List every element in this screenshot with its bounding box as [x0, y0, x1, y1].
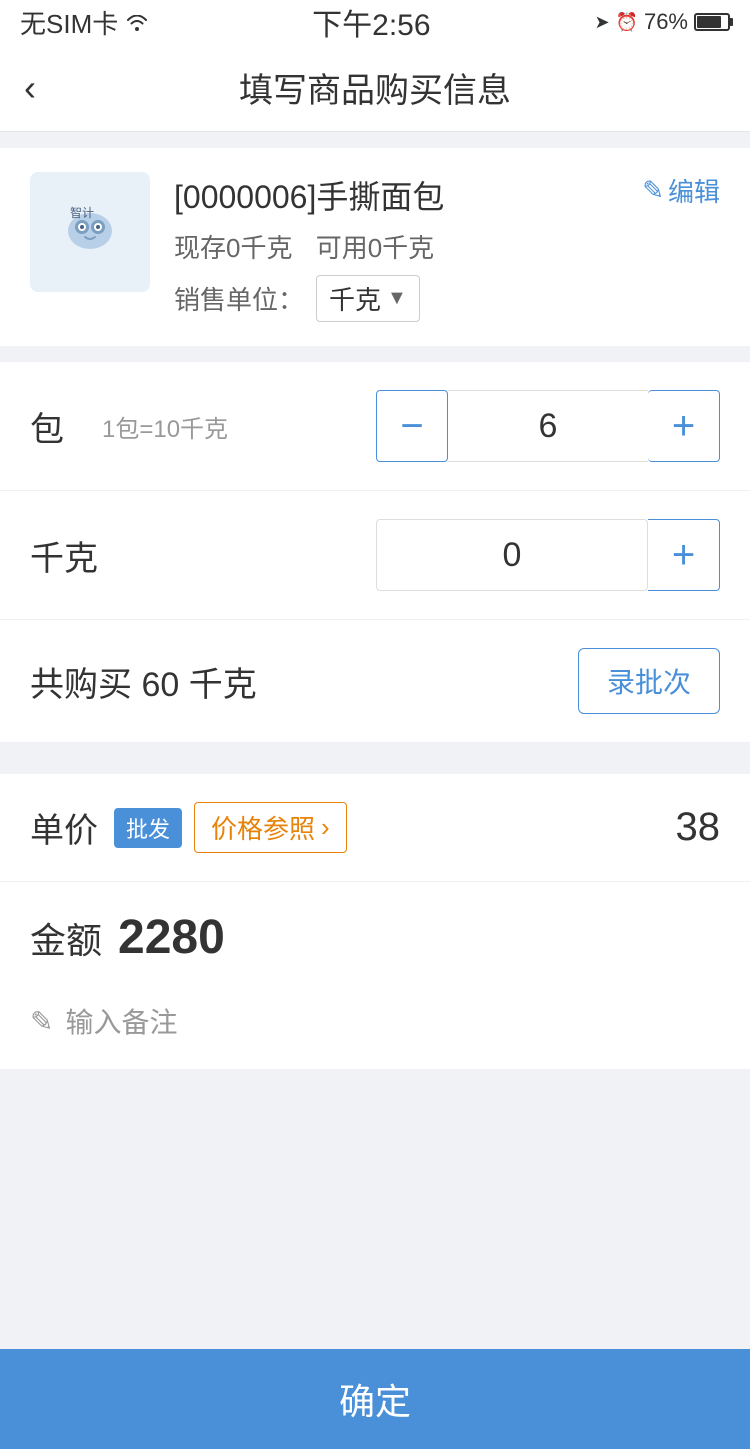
product-image: 智计 [30, 172, 150, 292]
amount-value: 2280 [118, 910, 225, 965]
wifi-icon [126, 7, 148, 38]
kg-input[interactable] [376, 519, 648, 591]
product-name: [0000006]手撕面包 [174, 172, 720, 218]
product-card: 智计 [0000006]手撕面包 现存0千克 可用0千克 销售单位： 千克 ▼ … [0, 148, 750, 346]
note-row[interactable]: ✎ 输入备注 [30, 985, 720, 1069]
product-info: [0000006]手撕面包 现存0千克 可用0千克 销售单位： 千克 ▼ [174, 172, 720, 322]
alarm-icon: ⏰ [616, 12, 638, 33]
price-row: 单价 批发 价格参照 › 38 [0, 774, 750, 882]
battery-percent: 76% [644, 9, 688, 35]
amount-label: 金额 [30, 912, 102, 964]
price-section: 单价 批发 价格参照 › 38 [0, 774, 750, 882]
product-logo-icon: 智计 [60, 201, 120, 263]
bao-quantity-section: 包 1包=10千克 − + 千克 + [0, 362, 750, 620]
page-title: 填写商品购买信息 [239, 63, 511, 112]
bao-decrease-button[interactable]: − [376, 390, 448, 462]
bao-row: 包 1包=10千克 − + [0, 362, 750, 491]
bao-controls: − + [376, 390, 720, 462]
separator-2 [0, 742, 750, 758]
unit-label: 销售单位： [174, 280, 304, 317]
note-placeholder: 输入备注 [65, 1001, 177, 1041]
confirm-button[interactable]: 确定 [0, 1349, 750, 1449]
back-button[interactable]: ‹ [24, 67, 36, 109]
empty-area [0, 1069, 750, 1349]
bao-label: 包 [30, 402, 90, 451]
location-icon: ➤ [594, 12, 609, 33]
batch-button[interactable]: 录批次 [578, 648, 720, 714]
chevron-down-icon: ▼ [387, 287, 407, 310]
total-label: 共购买 60 千克 [30, 657, 257, 706]
carrier-text: 无SIM卡 [20, 4, 118, 41]
price-ref-arrow: › [321, 812, 330, 843]
nav-bar: ‹ 填写商品购买信息 [0, 44, 750, 132]
edit-label: 编辑 [668, 172, 720, 209]
product-unit-row: 销售单位： 千克 ▼ [174, 275, 720, 322]
battery-icon [694, 13, 730, 31]
bao-sublabel: 1包=10千克 [102, 409, 376, 444]
available-text: 可用0千克 [316, 233, 434, 263]
unit-value: 千克 [329, 280, 381, 317]
amount-section: 金额 2280 ✎ 输入备注 [0, 882, 750, 1069]
price-badge: 批发 [114, 808, 182, 848]
edit-button[interactable]: ✎ 编辑 [642, 172, 720, 209]
price-ref-button[interactable]: 价格参照 › [194, 802, 347, 853]
price-label: 单价 [30, 803, 98, 852]
unit-select[interactable]: 千克 ▼ [316, 275, 420, 322]
bao-input[interactable] [448, 390, 648, 462]
total-row: 共购买 60 千克 录批次 [0, 620, 750, 742]
kg-label: 千克 [30, 531, 98, 580]
kg-increase-button[interactable]: + [648, 519, 720, 591]
status-bar: 无SIM卡 下午2:56 ➤ ⏰ 76% [0, 0, 750, 44]
confirm-label: 确定 [339, 1373, 411, 1425]
status-carrier: 无SIM卡 [20, 4, 148, 41]
product-stock: 现存0千克 可用0千克 [174, 228, 720, 265]
separator-1 [0, 346, 750, 362]
kg-row: 千克 + [0, 491, 750, 620]
pencil-icon: ✎ [30, 1005, 53, 1038]
edit-icon: ✎ [642, 175, 664, 206]
amount-row: 金额 2280 [30, 910, 720, 965]
price-value: 38 [676, 805, 721, 850]
stock-text: 现存0千克 [174, 233, 292, 263]
status-time: 下午2:56 [312, 0, 430, 44]
svg-text:智计: 智计 [70, 205, 94, 220]
price-ref-label: 价格参照 [211, 809, 315, 846]
kg-controls: + [376, 519, 720, 591]
status-indicators: ➤ ⏰ 76% [594, 9, 730, 35]
bao-increase-button[interactable]: + [648, 390, 720, 462]
